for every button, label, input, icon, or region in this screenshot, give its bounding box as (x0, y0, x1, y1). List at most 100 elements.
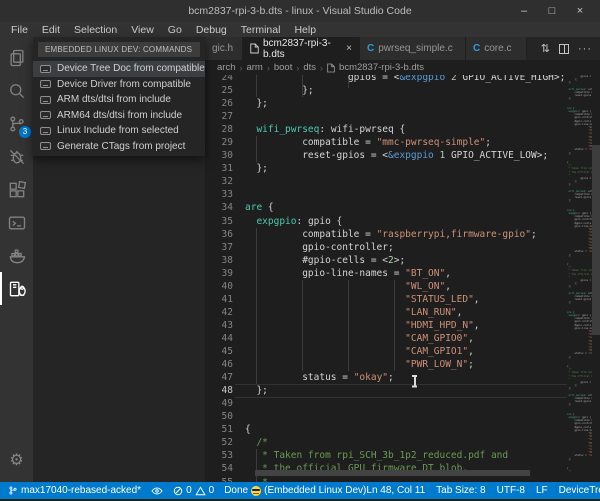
maximize-button[interactable]: □ (538, 5, 566, 17)
code-line[interactable]: 52 /* (205, 436, 600, 449)
tab-size-indicator[interactable]: Tab Size: 8 (436, 485, 485, 496)
embedded-linux-dev-icon[interactable] (0, 272, 33, 305)
tab-bar: gic.h bcm2837-rpi-3-b.dts × C pwrseq_sim… (205, 37, 600, 60)
code-line[interactable]: 38 #gpio-cells = <2>; (205, 254, 600, 267)
warning-count: 0 (208, 485, 215, 496)
breadcrumb-dts[interactable]: dts (303, 62, 316, 73)
code-line[interactable]: 37 gpio-controller; (205, 241, 600, 254)
code-line[interactable]: 42 "LAN_RUN", (205, 306, 600, 319)
breadcrumb: arch › arm › boot › dts › bcm2837-rpi-3-… (205, 60, 600, 75)
breadcrumb-arm[interactable]: arm (246, 62, 262, 73)
eye-icon[interactable] (151, 486, 163, 496)
settings-gear-icon[interactable]: ⚙ (0, 443, 33, 476)
quick-pick-item-generate-ctags[interactable]: Generate CTags from project (33, 139, 205, 155)
code-line[interactable]: 50 (205, 410, 600, 423)
debug-icon[interactable] (0, 140, 33, 173)
code-editor[interactable]: 24 gpios = <&expgpio 2 GPIO_ACTIVE_HIGH>… (205, 75, 600, 482)
tab-bcm2837-rpi-3-b-dts[interactable]: bcm2837-rpi-3-b.dts × (243, 37, 360, 60)
task-status[interactable]: Done (Embedded Linux Dev) (224, 485, 366, 496)
code-line[interactable]: 41 "STATUS_LED", (205, 293, 600, 306)
code-line[interactable]: 32 (205, 175, 600, 188)
tab-pwrseq-simple-c[interactable]: C pwrseq_simple.c (360, 37, 466, 60)
code-line[interactable]: 48 }; (205, 384, 600, 397)
minimap-line: * the official GPU firmware DT blob. (568, 170, 592, 174)
close-button[interactable]: × (566, 5, 594, 17)
docker-icon[interactable] (0, 239, 33, 272)
encoding-indicator[interactable]: UTF-8 (497, 485, 525, 496)
menu-file[interactable]: File (4, 24, 35, 36)
quick-pick-item-device-driver[interactable]: Device Driver from compatible (33, 77, 205, 93)
breadcrumb-boot[interactable]: boot (274, 62, 293, 73)
file-icon (327, 63, 335, 73)
extensions-icon[interactable] (0, 173, 33, 206)
close-tab-icon[interactable]: × (346, 43, 352, 54)
status-bar-left: max17040-rebased-acked* 0 0 Done (Embedd… (8, 485, 366, 496)
vertical-scrollbar[interactable] (592, 75, 600, 482)
code-line[interactable]: 39 gpio-line-names = "BT_ON", (205, 267, 600, 280)
quick-pick-item-label: Device Tree Doc from compatible (57, 63, 205, 75)
more-actions-icon[interactable]: ··· (578, 43, 592, 55)
quick-pick-item-arm-dts[interactable]: ARM dts/dtsi from include (33, 92, 205, 108)
code-line[interactable]: 44 "CAM_GPIO0", (205, 332, 600, 345)
code-line[interactable]: 26 }; (205, 97, 600, 110)
minimize-button[interactable]: – (510, 5, 538, 17)
breadcrumb-arch[interactable]: arch (217, 62, 235, 73)
quick-pick-item-linux-include[interactable]: Linux Include from selected (33, 123, 205, 139)
language-mode[interactable]: DeviceTree (559, 485, 600, 496)
split-editor-icon[interactable] (559, 43, 569, 54)
menu-view[interactable]: View (124, 24, 161, 36)
tab-label: gic.h (212, 43, 234, 54)
menu-go[interactable]: Go (161, 24, 189, 36)
tab-core-c[interactable]: C core.c (466, 37, 527, 60)
code-line[interactable]: 28 wifi_pwrseq: wifi-pwrseq { (205, 123, 600, 136)
menu-selection[interactable]: Selection (67, 24, 124, 36)
code-line[interactable]: 53 * Taken from rpi_SCH_3b_1p2_reduced.p… (205, 449, 600, 462)
tab-label: bcm2837-rpi-3-b.dts (263, 37, 331, 60)
code-line[interactable]: 24 gpios = <&expgpio 2 GPIO_ACTIVE_HIGH>… (205, 75, 600, 84)
code-line[interactable]: 40 "WL_ON", (205, 280, 600, 293)
menu-terminal[interactable]: Terminal (234, 24, 288, 36)
code-line[interactable]: 45 "CAM_GPIO1", (205, 345, 600, 358)
minimap[interactable]: gpios = <&expgpio 2 GPIO_ACTIVE_HIGH>; }… (567, 75, 592, 472)
source-control-icon[interactable]: 3 (0, 107, 33, 140)
code-line[interactable]: 49 (205, 397, 600, 410)
quick-pick-item-device-tree-doc[interactable]: Device Tree Doc from compatible (33, 61, 205, 77)
cursor-position[interactable]: Ln 48, Col 11 (366, 485, 425, 496)
explorer-icon[interactable] (0, 41, 33, 74)
horizontal-scrollbar-slider[interactable] (255, 470, 530, 476)
terminal-icon[interactable] (0, 206, 33, 239)
quick-pick-input[interactable]: EMBEDDED LINUX DEV: COMMANDS (38, 42, 200, 57)
menu-edit[interactable]: Edit (35, 24, 67, 36)
command-icon (40, 64, 51, 73)
code-line[interactable]: 47 status = "okay"; (205, 371, 600, 384)
problems-status[interactable]: 0 0 (173, 485, 214, 496)
code-line[interactable]: 25 }; (205, 84, 600, 97)
code-line[interactable]: 46 "PWR_LOW_N"; (205, 358, 600, 371)
menu-help[interactable]: Help (287, 24, 323, 36)
eol-indicator[interactable]: LF (536, 485, 548, 496)
code-line[interactable]: 36 compatible = "raspberrypi,firmware-gp… (205, 228, 600, 241)
code-line[interactable]: 33 (205, 188, 600, 201)
title-bar: bcm2837-rpi-3-b.dts - linux - Visual Stu… (0, 0, 600, 22)
code-line[interactable]: 31 }; (205, 162, 600, 175)
code-line[interactable]: 27 (205, 110, 600, 123)
breadcrumb-file[interactable]: bcm2837-rpi-3-b.dts (339, 62, 424, 73)
quick-pick-item-arm64-dts[interactable]: ARM64 dts/dtsi from include (33, 108, 205, 124)
sunglasses-emoji-icon (251, 485, 262, 496)
ibeam-mouse-cursor (411, 375, 418, 387)
menu-debug[interactable]: Debug (189, 24, 234, 36)
code-line[interactable]: 29 compatible = "mmc-pwrseq-simple"; (205, 136, 600, 149)
command-icon (40, 111, 51, 120)
code-line[interactable]: 35 expgpio: gpio { (205, 215, 600, 228)
vertical-scrollbar-slider[interactable] (592, 145, 600, 335)
branch-name: max17040-rebased-acked* (21, 485, 142, 496)
tab-gic-h[interactable]: gic.h (205, 37, 243, 60)
code-line[interactable]: 30 reset-gpios = <&expgpio 1 GPIO_ACTIVE… (205, 149, 600, 162)
sync-icon[interactable]: ⇅ (541, 42, 550, 55)
code-line[interactable]: 34 are { (205, 201, 600, 214)
code-line[interactable]: 51{ (205, 423, 600, 436)
tab-label: core.c (484, 43, 512, 54)
search-icon[interactable] (0, 74, 33, 107)
code-line[interactable]: 43 "HDMI_HPD_N", (205, 319, 600, 332)
git-branch-status[interactable]: max17040-rebased-acked* (8, 485, 141, 496)
